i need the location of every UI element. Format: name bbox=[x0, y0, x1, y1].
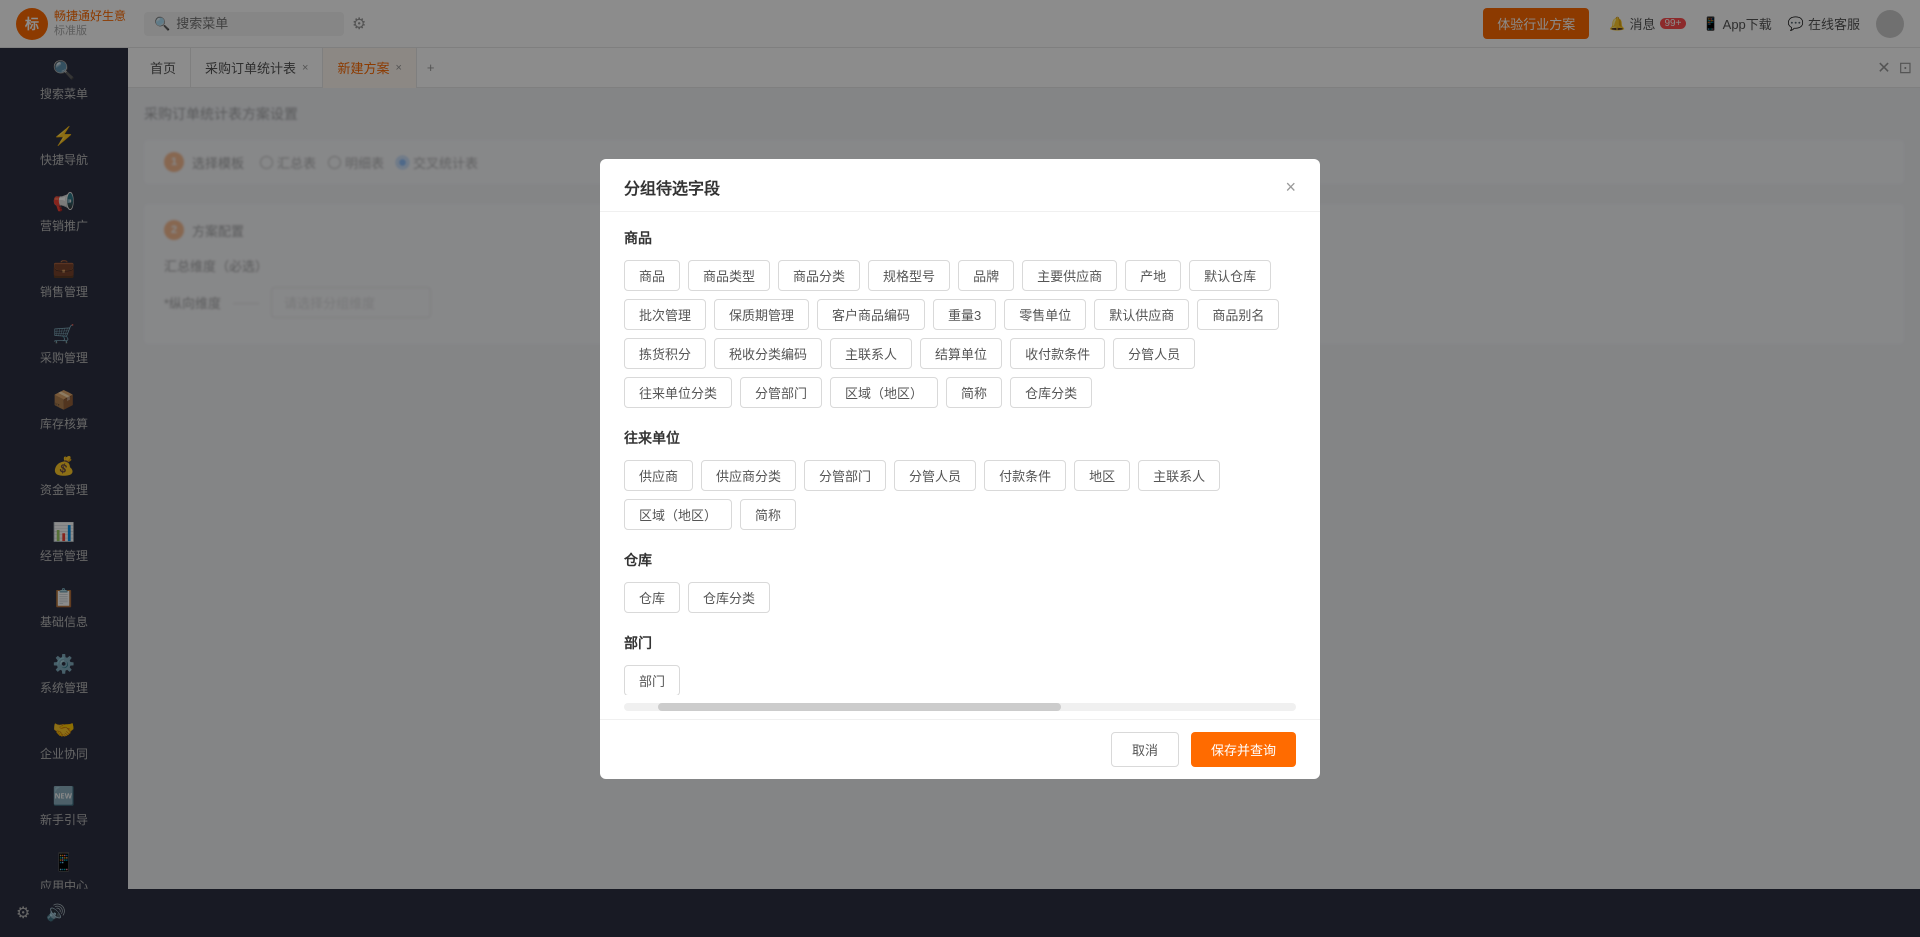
field-tag[interactable]: 仓库分类 bbox=[688, 582, 770, 613]
field-tag[interactable]: 保质期管理 bbox=[714, 299, 809, 330]
field-tag[interactable]: 商品分类 bbox=[778, 260, 860, 291]
field-tag[interactable]: 重量3 bbox=[933, 299, 996, 330]
field-tag[interactable]: 主联系人 bbox=[830, 338, 912, 369]
field-tag[interactable]: 地区 bbox=[1074, 460, 1130, 491]
field-group-title-counterpart: 往来单位 bbox=[624, 428, 1296, 448]
field-tag[interactable]: 结算单位 bbox=[920, 338, 1002, 369]
field-tag[interactable]: 收付款条件 bbox=[1010, 338, 1105, 369]
field-tags-department: 部门 bbox=[624, 665, 1296, 695]
field-tags-counterpart: 供应商供应商分类分管部门分管人员付款条件地区主联系人区域（地区） 简称 bbox=[624, 460, 1296, 530]
field-tag[interactable]: 品牌 bbox=[958, 260, 1014, 291]
field-tag[interactable]: 主联系人 bbox=[1138, 460, 1220, 491]
field-tag[interactable]: 拣货积分 bbox=[624, 338, 706, 369]
field-tag[interactable]: 批次管理 bbox=[624, 299, 706, 330]
field-tag[interactable]: 默认供应商 bbox=[1094, 299, 1189, 330]
field-tag[interactable]: 简称 bbox=[740, 499, 796, 530]
field-tag[interactable]: 供应商分类 bbox=[701, 460, 796, 491]
field-tag[interactable]: 商品别名 bbox=[1197, 299, 1279, 330]
field-group-title-product: 商品 bbox=[624, 228, 1296, 248]
field-tag[interactable]: 零售单位 bbox=[1004, 299, 1086, 330]
modal-close-btn[interactable]: × bbox=[1285, 178, 1296, 196]
field-tag[interactable]: 区域（地区） bbox=[624, 499, 732, 530]
field-tag[interactable]: 商品类型 bbox=[688, 260, 770, 291]
field-tag[interactable]: 简称 bbox=[946, 377, 1002, 408]
field-tag[interactable]: 主要供应商 bbox=[1022, 260, 1117, 291]
field-tag[interactable]: 分管人员 bbox=[1113, 338, 1195, 369]
field-tag[interactable]: 仓库 bbox=[624, 582, 680, 613]
field-tag[interactable]: 分管部门 bbox=[740, 377, 822, 408]
confirm-button[interactable]: 保存并查询 bbox=[1191, 732, 1296, 767]
field-tag[interactable]: 产地 bbox=[1125, 260, 1181, 291]
modal-overlay[interactable]: 分组待选字段 × 商品商品商品类型商品分类规格型号品牌主要供应商产地默认仓库批次… bbox=[0, 0, 1920, 937]
field-group-title-department: 部门 bbox=[624, 633, 1296, 653]
cancel-button[interactable]: 取消 bbox=[1111, 732, 1179, 767]
field-group-warehouse: 仓库仓库仓库分类 bbox=[624, 550, 1296, 613]
field-tag[interactable]: 供应商 bbox=[624, 460, 693, 491]
modal-hscroll-area bbox=[600, 695, 1320, 719]
field-group-counterpart: 往来单位供应商供应商分类分管部门分管人员付款条件地区主联系人区域（地区） 简称 bbox=[624, 428, 1296, 530]
field-tag[interactable]: 分管人员 bbox=[894, 460, 976, 491]
modal-footer: 取消 保存并查询 bbox=[600, 719, 1320, 779]
field-tag[interactable]: 商品 bbox=[624, 260, 680, 291]
field-tag[interactable]: 规格型号 bbox=[868, 260, 950, 291]
field-tag[interactable]: 仓库分类 bbox=[1010, 377, 1092, 408]
field-tag[interactable]: 默认仓库 bbox=[1189, 260, 1271, 291]
modal-header: 分组待选字段 × bbox=[600, 159, 1320, 212]
field-tag[interactable]: 付款条件 bbox=[984, 460, 1066, 491]
field-group-title-warehouse: 仓库 bbox=[624, 550, 1296, 570]
field-tag[interactable]: 客户商品编码 bbox=[817, 299, 925, 330]
field-group-product: 商品商品商品类型商品分类规格型号品牌主要供应商产地默认仓库批次管理保质期管理客户… bbox=[624, 228, 1296, 408]
modal-hscroll-thumb[interactable] bbox=[658, 703, 1061, 711]
field-tags-product: 商品商品类型商品分类规格型号品牌主要供应商产地默认仓库批次管理保质期管理客户商品… bbox=[624, 260, 1296, 408]
modal-title: 分组待选字段 bbox=[624, 175, 720, 199]
modal-body: 商品商品商品类型商品分类规格型号品牌主要供应商产地默认仓库批次管理保质期管理客户… bbox=[600, 212, 1320, 695]
modal-hscroll bbox=[624, 703, 1296, 711]
field-tags-warehouse: 仓库仓库分类 bbox=[624, 582, 1296, 613]
modal: 分组待选字段 × 商品商品商品类型商品分类规格型号品牌主要供应商产地默认仓库批次… bbox=[600, 159, 1320, 779]
field-tag[interactable]: 分管部门 bbox=[804, 460, 886, 491]
field-tag[interactable]: 税收分类编码 bbox=[714, 338, 822, 369]
field-group-department: 部门部门 bbox=[624, 633, 1296, 695]
field-tag[interactable]: 往来单位分类 bbox=[624, 377, 732, 408]
field-tag[interactable]: 区域（地区） bbox=[830, 377, 938, 408]
field-tag[interactable]: 部门 bbox=[624, 665, 680, 695]
